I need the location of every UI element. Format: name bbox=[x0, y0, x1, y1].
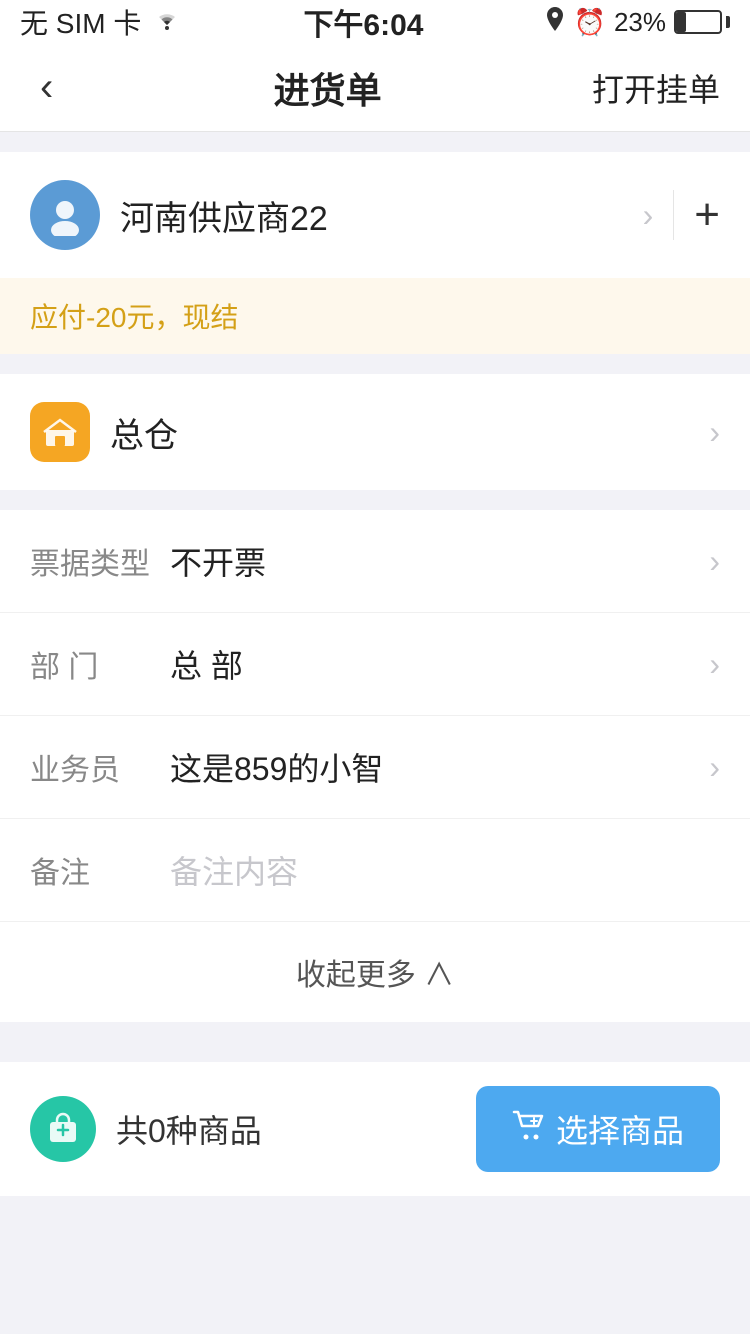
divider2 bbox=[0, 490, 750, 510]
time-display: 下午6:04 bbox=[303, 0, 423, 44]
ticket-type-chevron: › bbox=[709, 543, 720, 580]
back-button[interactable]: ‹ bbox=[30, 55, 63, 120]
ticket-type-value: 不开票 bbox=[150, 538, 709, 584]
location-icon bbox=[544, 5, 566, 40]
remark-input[interactable]: 备注内容 bbox=[150, 847, 720, 893]
select-product-label: 选择商品 bbox=[556, 1106, 684, 1152]
warehouse-name: 总仓 bbox=[110, 408, 709, 457]
carrier-label: 无 SIM 卡 bbox=[20, 2, 141, 42]
nav-bar: ‹ 进货单 打开挂单 bbox=[0, 44, 750, 132]
notice-text: 应付-20元，现结 bbox=[30, 302, 238, 333]
warehouse-row[interactable]: 总仓 › bbox=[0, 374, 750, 490]
supplier-avatar bbox=[30, 180, 100, 250]
ticket-type-label: 票据类型 bbox=[30, 539, 150, 583]
product-icon-wrap bbox=[30, 1096, 96, 1162]
status-left: 无 SIM 卡 bbox=[20, 2, 183, 42]
remark-row[interactable]: 备注 备注内容 bbox=[0, 818, 750, 921]
supplier-section: 河南供应商22 › + bbox=[0, 152, 750, 278]
warehouse-icon-wrap bbox=[30, 402, 90, 462]
alarm-icon: ⏰ bbox=[574, 7, 606, 38]
salesperson-label: 业务员 bbox=[30, 745, 150, 789]
supplier-row[interactable]: 河南供应商22 › + bbox=[0, 152, 750, 278]
add-supplier-button[interactable]: + bbox=[694, 190, 720, 240]
department-row[interactable]: 部 门 总 部 › bbox=[0, 612, 750, 715]
ticket-type-row[interactable]: 票据类型 不开票 › bbox=[0, 510, 750, 612]
collapse-label: 收起更多 ∧ bbox=[296, 950, 454, 994]
page-title: 进货单 bbox=[274, 62, 382, 114]
fields-section: 票据类型 不开票 › 部 门 总 部 › 业务员 这是859的小智 › 备注 备… bbox=[0, 510, 750, 1022]
salesperson-value: 这是859的小智 bbox=[150, 744, 709, 790]
department-label: 部 门 bbox=[30, 642, 150, 686]
battery-icon bbox=[674, 10, 730, 34]
salesperson-chevron: › bbox=[709, 749, 720, 786]
remark-label: 备注 bbox=[30, 848, 150, 892]
supplier-chevron-icon: › bbox=[643, 197, 654, 234]
battery-label: 23% bbox=[614, 7, 666, 38]
department-value: 总 部 bbox=[150, 641, 709, 687]
mid-divider bbox=[0, 354, 750, 374]
vertical-divider bbox=[673, 190, 674, 240]
collapse-bar[interactable]: 收起更多 ∧ bbox=[0, 921, 750, 1022]
top-divider bbox=[0, 132, 750, 152]
open-pending-button[interactable]: 打开挂单 bbox=[592, 65, 720, 111]
supplier-name: 河南供应商22 bbox=[120, 191, 643, 240]
department-chevron: › bbox=[709, 646, 720, 683]
status-right: ⏰ 23% bbox=[544, 5, 730, 40]
select-product-button[interactable]: 选择商品 bbox=[476, 1086, 720, 1172]
cart-icon bbox=[512, 1110, 546, 1148]
bottom-divider bbox=[0, 1022, 750, 1042]
status-bar: 无 SIM 卡 下午6:04 ⏰ 23% bbox=[0, 0, 750, 44]
product-bar: 共0种商品 选择商品 bbox=[0, 1042, 750, 1196]
product-count: 共0种商品 bbox=[116, 1106, 476, 1152]
wifi-icon bbox=[151, 6, 183, 38]
salesperson-row[interactable]: 业务员 这是859的小智 › bbox=[0, 715, 750, 818]
warehouse-chevron-icon: › bbox=[709, 414, 720, 451]
notice-bar: 应付-20元，现结 bbox=[0, 278, 750, 354]
